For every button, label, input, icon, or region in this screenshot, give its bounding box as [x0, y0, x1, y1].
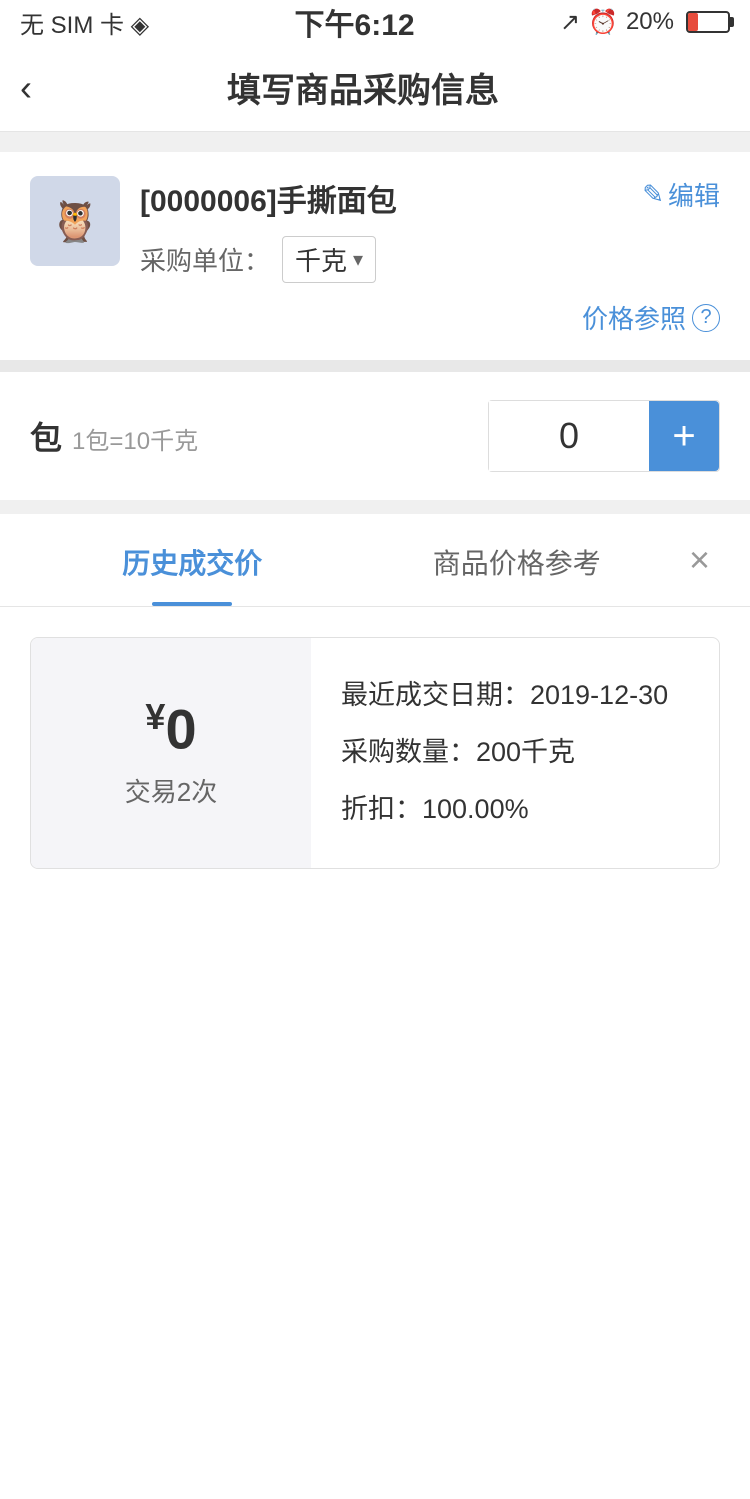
status-right: ↗ ⏰ 20%	[560, 8, 730, 37]
sim-status: 无 SIM 卡 ◈	[20, 5, 149, 40]
recent-date-row: 最近成交日期：2019-12-30	[341, 674, 689, 717]
purchase-qty-row: 采购数量：200千克	[341, 731, 689, 774]
bottom-area	[0, 899, 750, 1499]
section-divider	[0, 360, 750, 372]
discount-row: 折扣：100.00%	[341, 788, 689, 831]
price-value: 0	[165, 698, 196, 761]
help-icon: ?	[692, 304, 720, 332]
history-price-card: ¥0 交易2次 最近成交日期：2019-12-30 采购数量：200千克 折扣：…	[30, 637, 720, 869]
product-info: [0000006]手撕面包 采购单位： 千克 ▾	[140, 176, 397, 283]
location-icon: ↗	[560, 8, 580, 37]
product-name: [0000006]手撕面包	[140, 176, 397, 220]
quantity-unit-label: 包	[30, 413, 62, 459]
tab-product-price-ref[interactable]: 商品价格参考	[354, 514, 678, 606]
product-top-row: 🦉 [0000006]手撕面包 采购单位： 千克 ▾ ✎ 编辑	[30, 176, 720, 283]
purchase-qty-label: 采购数量：	[341, 737, 476, 767]
product-unit-row: 采购单位： 千克 ▾	[140, 236, 397, 283]
recent-date-label: 最近成交日期：	[341, 680, 530, 710]
tabs-section: 历史成交价 商品价格参考 × ¥0 交易2次 最近成交日期：2019-12-30…	[0, 514, 750, 1499]
discount-label: 折扣：	[341, 794, 422, 824]
battery-percent: 20%	[626, 8, 674, 36]
quantity-row: 包 1包=10千克 +	[0, 372, 750, 500]
product-owl-icon: 🦉	[50, 198, 100, 245]
quantity-input-wrap: +	[488, 400, 720, 472]
quantity-conversion-label: 1包=10千克	[72, 421, 198, 456]
trade-count-label: 交易2次	[125, 772, 217, 809]
history-right-panel: 最近成交日期：2019-12-30 采购数量：200千克 折扣：100.00%	[311, 638, 719, 868]
price-ref-label: 价格参照	[582, 299, 686, 336]
edit-icon: ✎	[642, 179, 664, 210]
product-left: 🦉 [0000006]手撕面包 采购单位： 千克 ▾	[30, 176, 397, 283]
tabs-close-button[interactable]: ×	[679, 529, 720, 591]
unit-label: 采购单位：	[140, 241, 270, 278]
quantity-input[interactable]	[489, 401, 649, 471]
status-bar: 无 SIM 卡 ◈ 下午6:12 ↗ ⏰ 20%	[0, 0, 750, 44]
history-left-panel: ¥0 交易2次	[31, 638, 311, 868]
purchase-qty-value: 200千克	[476, 737, 575, 767]
status-left: 无 SIM 卡 ◈	[20, 5, 149, 40]
currency-symbol: ¥	[145, 696, 165, 737]
quantity-label-wrap: 包 1包=10千克	[30, 413, 488, 459]
product-bottom-row: 价格参照 ?	[30, 299, 720, 336]
product-card: 🦉 [0000006]手撕面包 采购单位： 千克 ▾ ✎ 编辑 价格参照 ?	[0, 152, 750, 360]
tabs-header: 历史成交价 商品价格参考 ×	[0, 514, 750, 607]
recent-date-value: 2019-12-30	[530, 680, 668, 710]
nav-bar: ‹ 填写商品采购信息	[0, 44, 750, 132]
alarm-icon: ⏰	[588, 8, 618, 37]
dropdown-arrow-icon: ▾	[353, 247, 363, 272]
battery-icon	[686, 11, 730, 33]
page-title: 填写商品采购信息	[52, 63, 674, 112]
tab-history-price[interactable]: 历史成交价	[30, 514, 354, 606]
price-display: ¥0	[145, 696, 196, 762]
unit-select-dropdown[interactable]: 千克 ▾	[282, 236, 376, 283]
discount-value: 100.00%	[422, 794, 529, 824]
quantity-plus-button[interactable]: +	[649, 401, 719, 471]
product-thumbnail: 🦉	[30, 176, 120, 266]
edit-button[interactable]: ✎ 编辑	[642, 176, 720, 213]
price-ref-button[interactable]: 价格参照 ?	[582, 299, 720, 336]
status-time: 下午6:12	[295, 0, 415, 44]
edit-label: 编辑	[668, 176, 720, 213]
back-button[interactable]: ‹	[20, 57, 52, 119]
unit-value: 千克	[295, 241, 347, 278]
